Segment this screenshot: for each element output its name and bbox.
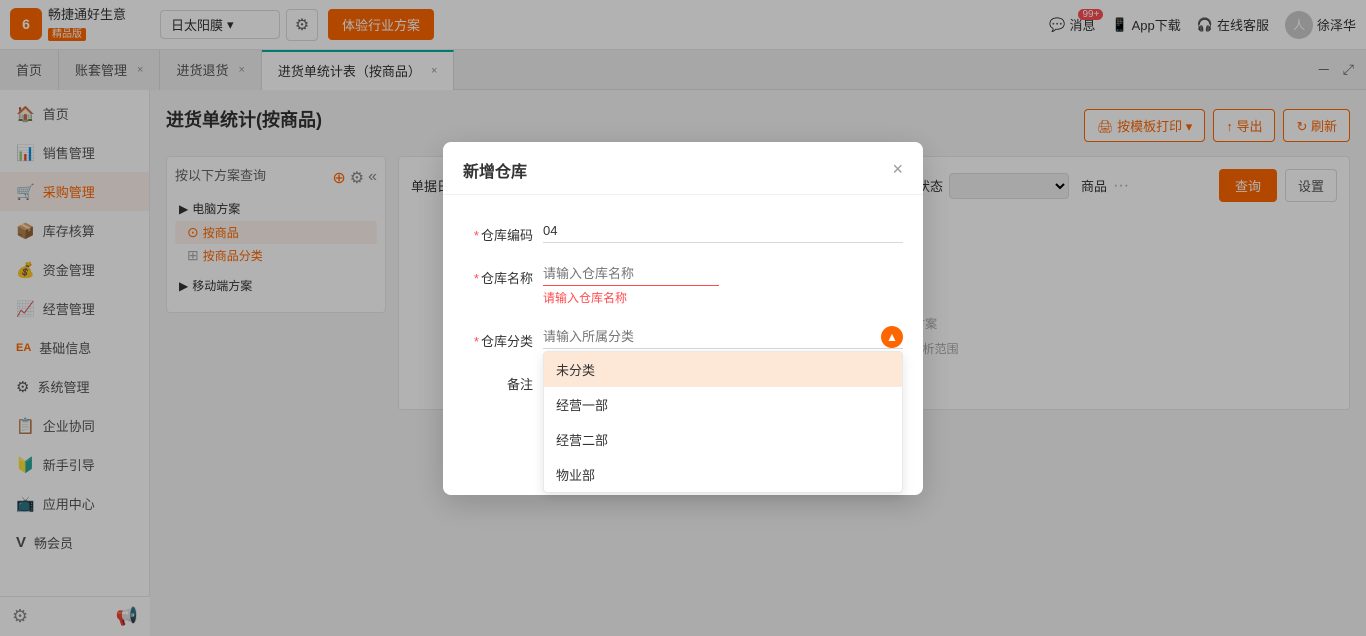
warehouse-code-input[interactable] bbox=[543, 219, 903, 243]
warehouse-category-row: 仓库分类 ▲ 未分类 经营一部 经营二部 物业部 bbox=[463, 325, 903, 350]
warehouse-name-label: 仓库名称 bbox=[463, 262, 533, 287]
category-input-wrap: ▲ 未分类 经营一部 经营二部 物业部 bbox=[543, 325, 903, 349]
modal-body: 仓库编码 仓库名称 请输入仓库名称 仓库分类 ▲ bbox=[443, 195, 923, 427]
category-chevron-up-button[interactable]: ▲ bbox=[881, 326, 903, 348]
dropdown-item-uncategorized[interactable]: 未分类 bbox=[544, 352, 902, 387]
modal-header: 新增仓库 × bbox=[443, 142, 923, 195]
dropdown-item-dept2[interactable]: 经营二部 bbox=[544, 422, 902, 457]
dropdown-item-dept1[interactable]: 经营一部 bbox=[544, 387, 902, 422]
modal-overlay: 新增仓库 × 仓库编码 仓库名称 请输入仓库名称 仓库分类 bbox=[0, 0, 1366, 636]
category-dropdown: 未分类 经营一部 经营二部 物业部 bbox=[543, 351, 903, 493]
warehouse-name-input[interactable] bbox=[543, 262, 719, 286]
dropdown-item-property[interactable]: 物业部 bbox=[544, 457, 902, 492]
notes-label: 备注 bbox=[463, 368, 533, 393]
warehouse-code-row: 仓库编码 bbox=[463, 219, 903, 244]
warehouse-code-label: 仓库编码 bbox=[463, 219, 533, 244]
warehouse-category-input[interactable] bbox=[543, 325, 903, 349]
warehouse-category-label: 仓库分类 bbox=[463, 325, 533, 350]
modal-title: 新增仓库 bbox=[463, 158, 527, 182]
add-warehouse-modal: 新增仓库 × 仓库编码 仓库名称 请输入仓库名称 仓库分类 bbox=[443, 142, 923, 495]
warehouse-name-error: 请输入仓库名称 bbox=[543, 291, 627, 305]
warehouse-name-row: 仓库名称 请输入仓库名称 bbox=[463, 262, 903, 307]
modal-close-button[interactable]: × bbox=[892, 159, 903, 180]
